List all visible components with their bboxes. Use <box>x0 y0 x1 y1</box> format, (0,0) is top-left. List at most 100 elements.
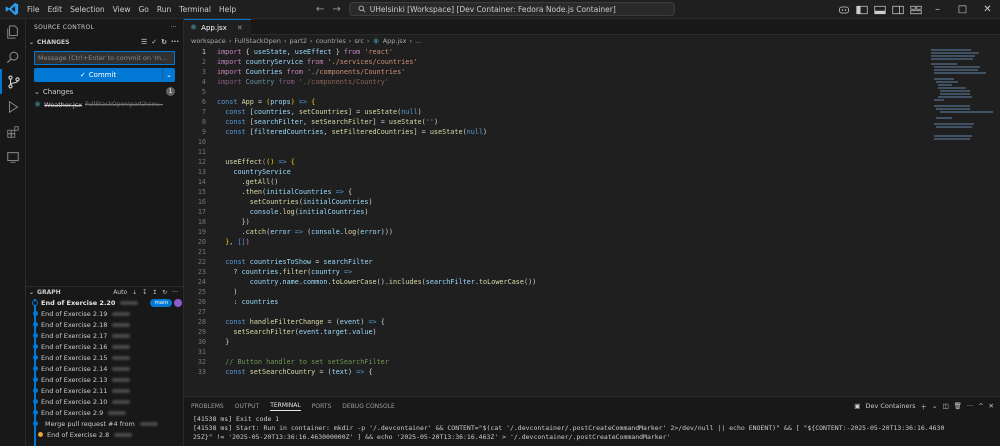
refresh-icon[interactable]: ↻ <box>161 38 167 46</box>
menu-selection[interactable]: Selection <box>66 0 109 19</box>
graph-push-icon[interactable]: ↥ <box>152 289 157 296</box>
back-arrow-icon[interactable]: ← <box>316 4 324 15</box>
toggle-secondary-sidebar-icon[interactable] <box>892 5 904 15</box>
search-view-icon[interactable] <box>0 44 26 69</box>
tab-debug-console[interactable]: DEBUG CONSOLE <box>342 403 395 410</box>
commit-button[interactable]: ✓ Commit <box>34 68 162 82</box>
graph-commit-row[interactable]: End of Exercise 2.19 <box>26 308 184 319</box>
commit-label: End of Exercise 2.17 <box>41 331 108 340</box>
terminal-profile[interactable]: Dev Containers <box>865 402 915 410</box>
tab-problems[interactable]: PROBLEMS <box>191 403 224 410</box>
forward-arrow-icon[interactable]: → <box>332 4 340 15</box>
graph-commit-row[interactable]: End of Exercise 2.9 <box>26 407 184 418</box>
new-terminal-icon[interactable]: ＋ <box>921 401 928 411</box>
graph-commit-row[interactable]: End of Exercise 2.20 main <box>26 297 184 308</box>
graph-fetch-icon[interactable]: ⇣ <box>132 289 137 296</box>
graph-commit-row[interactable]: End of Exercise 2.16 <box>26 341 184 352</box>
line-number: 25 <box>197 288 206 296</box>
line-number: 11 <box>197 148 206 156</box>
code-line: 10 <box>184 137 924 147</box>
commit-dropdown-icon[interactable]: ⌄ <box>162 68 175 82</box>
more-actions-icon[interactable]: ··· <box>967 402 973 410</box>
code-text: const [searchFilter, setSearchFilter] = … <box>225 118 439 126</box>
graph-commit-row[interactable]: End of Exercise 2.15 <box>26 352 184 363</box>
bottom-panel: PROBLEMS OUTPUT TERMINAL PORTS DEBUG CON… <box>184 396 1000 446</box>
graph-commit-row[interactable]: End of Exercise 2.11 <box>26 385 184 396</box>
breadcrumb-item[interactable]: ... <box>415 37 421 45</box>
commit-label: End of Exercise 2.13 <box>41 375 108 384</box>
graph-commit-row[interactable]: End of Exercise 2.8 <box>26 429 184 440</box>
run-debug-icon[interactable] <box>0 94 26 119</box>
check-icon: ✓ <box>79 71 86 79</box>
changes-section-header[interactable]: ⌄ CHANGES ☰ ✓ ↻ ··· <box>26 35 183 49</box>
trash-icon[interactable]: 🗑 <box>954 402 962 410</box>
graph-commit-row[interactable]: End of Exercise 2.14 <box>26 363 184 374</box>
minimap-line <box>936 126 972 128</box>
code-area[interactable]: 1 import { useState, useEffect } from 're… <box>184 47 924 396</box>
more-actions-icon[interactable]: ··· <box>171 38 179 46</box>
graph-commit-row[interactable]: End of Exercise 2.18 <box>26 319 184 330</box>
copilot-icon[interactable] <box>838 5 850 15</box>
chevron-down-icon[interactable]: ⌄ <box>932 402 937 410</box>
graph-commit-row[interactable]: End of Exercise 2.13 <box>26 374 184 385</box>
minimap[interactable] <box>931 47 993 396</box>
line-number: 8 <box>201 118 206 126</box>
customize-layout-icon[interactable] <box>910 5 922 15</box>
more-actions-icon[interactable]: ··· <box>172 289 178 296</box>
commit-label: End of Exercise 2.11 <box>41 386 108 395</box>
remote-explorer-icon[interactable] <box>0 144 26 169</box>
tab-terminal[interactable]: TERMINAL <box>270 402 301 411</box>
tab-output[interactable]: OUTPUT <box>235 403 259 410</box>
commit-message-input[interactable]: Message (Ctrl+Enter to commit on 'm... <box>34 51 175 65</box>
remote-origin-icon <box>174 298 183 307</box>
commit-check-icon[interactable]: ✓ <box>151 38 157 46</box>
explorer-icon[interactable] <box>0 19 26 44</box>
changed-file-row[interactable]: ⚛ Weather.jsx FullStackOpen\part2\cou... <box>26 98 183 111</box>
more-actions-icon[interactable]: ··· <box>170 24 177 31</box>
menu-go[interactable]: Go <box>134 0 152 19</box>
command-center[interactable]: UHelsinki [Workspace] [Dev Container: Fe… <box>348 2 675 16</box>
menu-run[interactable]: Run <box>153 0 175 19</box>
minimap-line <box>934 69 978 71</box>
commit-author-blurred <box>112 355 131 360</box>
minimize-icon[interactable]: – <box>925 4 950 15</box>
react-file-icon: ⚛ <box>372 36 380 46</box>
menu-edit[interactable]: Edit <box>44 0 67 19</box>
menu-terminal[interactable]: Terminal <box>175 0 215 19</box>
breadcrumb-item[interactable]: FullStackOpen <box>234 37 280 45</box>
close-tab-icon[interactable]: ✕ <box>237 24 243 32</box>
source-control-icon[interactable] <box>0 69 26 94</box>
graph-pull-icon[interactable]: ↧ <box>142 289 147 296</box>
breadcrumb-item[interactable]: countries <box>316 37 346 45</box>
code-line: 18 }) <box>184 217 924 227</box>
graph-refresh-icon[interactable]: ↻ <box>162 289 167 296</box>
commit-dot-icon <box>38 432 43 437</box>
breadcrumb-item[interactable]: App.jsx <box>383 37 407 45</box>
breadcrumb-item[interactable]: part2 <box>290 37 307 45</box>
split-terminal-icon[interactable]: ◫ <box>942 402 948 410</box>
menu-file[interactable]: File <box>23 0 44 19</box>
breadcrumb-item[interactable]: workspace <box>191 37 226 45</box>
graph-commit-row[interactable]: End of Exercise 2.10 <box>26 396 184 407</box>
code-text: }, []) <box>225 238 250 246</box>
view-as-tree-icon[interactable]: ☰ <box>141 38 147 46</box>
extensions-icon[interactable] <box>0 119 26 144</box>
breadcrumb-item[interactable]: src <box>354 37 364 45</box>
tab-app-jsx[interactable]: ⚛ App.jsx ✕ <box>184 19 251 35</box>
graph-commit-row[interactable]: Merge pull request #4 from <box>26 418 184 429</box>
changes-group[interactable]: ⌄ Changes 1 <box>26 85 183 98</box>
panel-tools: ▣ Dev Containers ＋ ⌄ ◫ 🗑 ··· ^ ✕ <box>854 401 994 411</box>
graph-mode[interactable]: Auto <box>113 289 127 296</box>
tab-ports[interactable]: PORTS <box>312 403 332 410</box>
maximize-panel-icon[interactable]: ^ <box>978 402 983 410</box>
maximize-icon[interactable]: □ <box>950 4 975 15</box>
commit-label: End of Exercise 2.14 <box>41 364 108 373</box>
menu-help[interactable]: Help <box>215 0 240 19</box>
close-panel-icon[interactable]: ✕ <box>989 402 994 410</box>
chevron-right-icon: › <box>309 37 313 45</box>
menu-view[interactable]: View <box>109 0 135 19</box>
toggle-sidebar-icon[interactable] <box>856 5 868 15</box>
graph-commit-row[interactable]: End of Exercise 2.17 <box>26 330 184 341</box>
toggle-panel-icon[interactable] <box>874 5 886 15</box>
close-icon[interactable]: ✕ <box>975 4 1000 15</box>
